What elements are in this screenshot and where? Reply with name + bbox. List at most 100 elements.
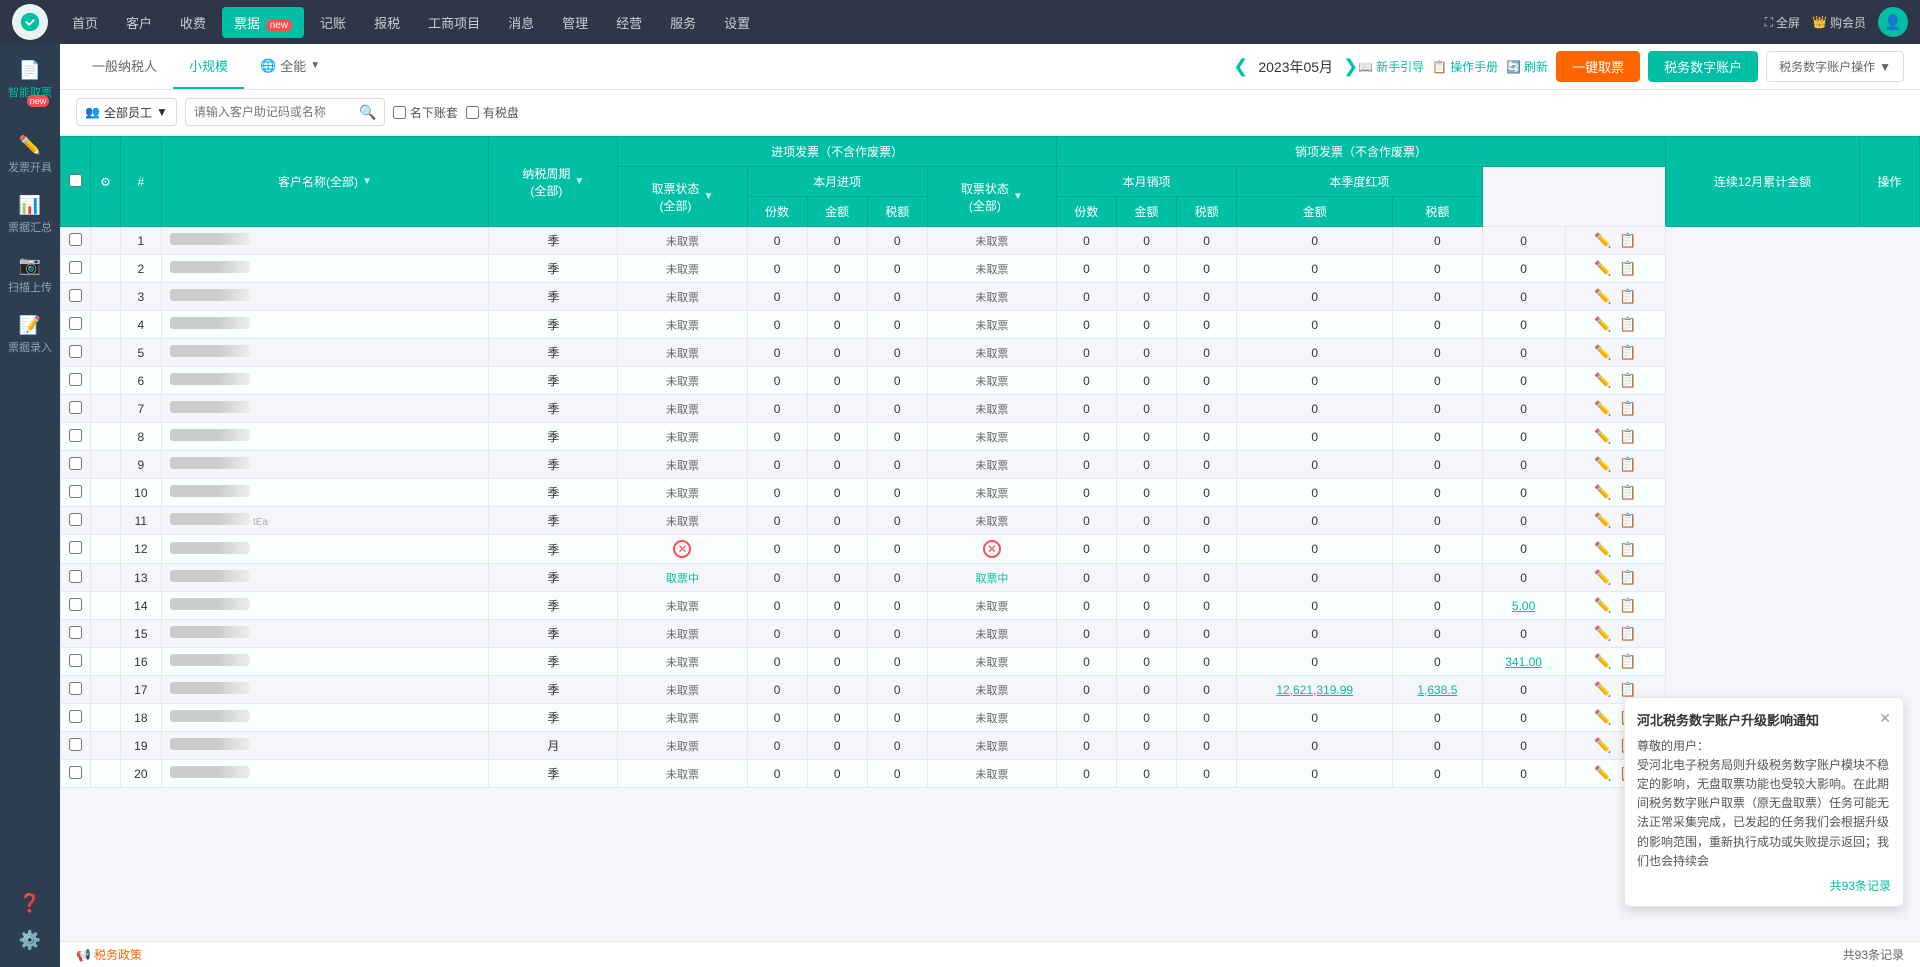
copy-icon-16[interactable]: 📋 — [1619, 653, 1636, 669]
sidebar-item-help[interactable]: ❓ — [2, 885, 58, 922]
nav-settings[interactable]: 设置 — [712, 7, 762, 38]
copy-icon-12[interactable]: 📋 — [1619, 541, 1636, 557]
nav-ticket[interactable]: 票据 new — [222, 7, 304, 38]
edit-icon-7[interactable]: ✏️ — [1594, 400, 1611, 416]
row-checkbox-4[interactable] — [69, 317, 82, 330]
row-checkbox-13[interactable] — [69, 570, 82, 583]
copy-icon-4[interactable]: 📋 — [1619, 316, 1636, 332]
copy-icon-11[interactable]: 📋 — [1619, 512, 1636, 528]
copy-icon-7[interactable]: 📋 — [1619, 400, 1636, 416]
edit-icon-13[interactable]: ✏️ — [1594, 569, 1611, 585]
copy-icon-6[interactable]: 📋 — [1619, 372, 1636, 388]
row-checkbox-20[interactable] — [69, 766, 82, 779]
copy-icon-9[interactable]: 📋 — [1619, 456, 1636, 472]
period-prev-btn[interactable]: ❮ — [1233, 56, 1248, 77]
th-outcome-status[interactable]: 取票状态(全部) ▼ — [927, 167, 1056, 227]
th-tax-period[interactable]: 纳税周期(全部) ▼ — [489, 137, 618, 227]
row-checkbox-11[interactable] — [69, 513, 82, 526]
tab-small-scale[interactable]: 小规模 — [173, 44, 244, 89]
continuous-link-14[interactable]: 5.00 — [1512, 599, 1535, 613]
search-icon[interactable]: 🔍 — [359, 104, 376, 121]
edit-icon-17[interactable]: ✏️ — [1594, 681, 1611, 697]
nav-tax[interactable]: 报税 — [362, 7, 412, 38]
edit-icon-15[interactable]: ✏️ — [1594, 625, 1611, 641]
tab-general-taxpayer[interactable]: 一般纳税人 — [76, 44, 173, 89]
nav-bookkeep[interactable]: 记账 — [308, 7, 358, 38]
edit-icon-14[interactable]: ✏️ — [1594, 597, 1611, 613]
nav-business[interactable]: 工商项目 — [416, 7, 492, 38]
edit-icon-1[interactable]: ✏️ — [1594, 232, 1611, 248]
nav-operation[interactable]: 经营 — [604, 7, 654, 38]
row-checkbox-3[interactable] — [69, 289, 82, 302]
copy-icon-5[interactable]: 📋 — [1619, 344, 1636, 360]
copy-icon-13[interactable]: 📋 — [1619, 569, 1636, 585]
sidebar-item-ticket-summary[interactable]: 📊 票据汇总 — [2, 187, 58, 243]
search-input[interactable] — [185, 98, 385, 126]
continuous-link-16[interactable]: 341.00 — [1505, 655, 1542, 669]
row-checkbox-8[interactable] — [69, 429, 82, 442]
edit-icon-11[interactable]: ✏️ — [1594, 512, 1611, 528]
edit-icon-6[interactable]: ✏️ — [1594, 372, 1611, 388]
one-click-btn[interactable]: 一键取票 — [1556, 51, 1640, 82]
copy-icon-14[interactable]: 📋 — [1619, 597, 1636, 613]
edit-icon-10[interactable]: ✏️ — [1594, 484, 1611, 500]
row-checkbox-15[interactable] — [69, 626, 82, 639]
manual-link[interactable]: 📋 操作手册 — [1432, 58, 1498, 75]
nav-manage[interactable]: 管理 — [550, 7, 600, 38]
copy-icon-1[interactable]: 📋 — [1619, 232, 1636, 248]
row-checkbox-16[interactable] — [69, 654, 82, 667]
copy-icon-8[interactable]: 📋 — [1619, 428, 1636, 444]
edit-icon-9[interactable]: ✏️ — [1594, 456, 1611, 472]
row-checkbox-2[interactable] — [69, 261, 82, 274]
digital-ops-btn[interactable]: 税务数字账户操作 ▼ — [1766, 51, 1904, 82]
nav-service[interactable]: 服务 — [658, 7, 708, 38]
edit-icon-4[interactable]: ✏️ — [1594, 316, 1611, 332]
row-checkbox-19[interactable] — [69, 738, 82, 751]
period-next-btn[interactable]: ❯ — [1343, 56, 1358, 77]
new-guide-link[interactable]: 📖 新手引导 — [1358, 58, 1424, 75]
nav-collect[interactable]: 收费 — [168, 7, 218, 38]
th-client-name[interactable]: 客户名称(全部) ▼ — [161, 137, 489, 227]
row-checkbox-17[interactable] — [69, 682, 82, 695]
sidebar-item-ticket-entry[interactable]: 📝 票据录入 — [2, 307, 58, 363]
row-checkbox-14[interactable] — [69, 598, 82, 611]
nav-client[interactable]: 客户 — [114, 7, 164, 38]
row-checkbox-12[interactable] — [69, 541, 82, 554]
row-checkbox-7[interactable] — [69, 401, 82, 414]
tax-checkbox[interactable] — [466, 106, 479, 119]
sidebar-item-smart-ticket[interactable]: 📄 智能取票 new — [2, 52, 58, 123]
row-checkbox-18[interactable] — [69, 710, 82, 723]
tab-all[interactable]: 🌐 全能 ▼ — [244, 44, 336, 89]
row-checkbox-6[interactable] — [69, 373, 82, 386]
row-checkbox-9[interactable] — [69, 457, 82, 470]
popup-close-btn[interactable]: ✕ — [1879, 710, 1891, 727]
select-all-checkbox[interactable] — [69, 174, 82, 187]
income-error-icon[interactable]: ✕ — [673, 540, 691, 558]
red-amount-link-17[interactable]: 12,621,319.99 — [1276, 683, 1353, 697]
copy-icon-10[interactable]: 📋 — [1619, 484, 1636, 500]
edit-icon-12[interactable]: ✏️ — [1594, 541, 1611, 557]
edit-icon-18[interactable]: ✏️ — [1594, 709, 1611, 725]
employee-filter[interactable]: 👥 全部员工 ▼ — [76, 98, 177, 126]
sidebar-item-settings[interactable]: ⚙️ — [2, 922, 58, 959]
red-amount-link-17[interactable]: 1,638.5 — [1417, 683, 1457, 697]
edit-icon-19[interactable]: ✏️ — [1594, 737, 1611, 753]
copy-icon-2[interactable]: 📋 — [1619, 260, 1636, 276]
copy-icon-17[interactable]: 📋 — [1619, 681, 1636, 697]
row-checkbox-10[interactable] — [69, 485, 82, 498]
outcome-error-icon[interactable]: ✕ — [983, 540, 1001, 558]
row-checkbox-1[interactable] — [69, 233, 82, 246]
edit-icon-8[interactable]: ✏️ — [1594, 428, 1611, 444]
nav-message[interactable]: 消息 — [496, 7, 546, 38]
edit-icon-16[interactable]: ✏️ — [1594, 653, 1611, 669]
user-avatar[interactable]: 👤 — [1878, 7, 1908, 37]
sidebar-item-scan-upload[interactable]: 📷 扫描上传 — [2, 247, 58, 303]
edit-icon-2[interactable]: ✏️ — [1594, 260, 1611, 276]
refresh-link[interactable]: 🔄 刷新 — [1506, 58, 1548, 75]
fullscreen-btn[interactable]: ⛶ 全屏 — [1765, 14, 1800, 31]
copy-icon-15[interactable]: 📋 — [1619, 625, 1636, 641]
ledger-checkbox[interactable] — [393, 106, 406, 119]
sidebar-item-invoice-open[interactable]: ✏️ 发票开具 — [2, 127, 58, 183]
digital-account-btn[interactable]: 税务数字账户 — [1648, 51, 1758, 82]
row-checkbox-5[interactable] — [69, 345, 82, 358]
